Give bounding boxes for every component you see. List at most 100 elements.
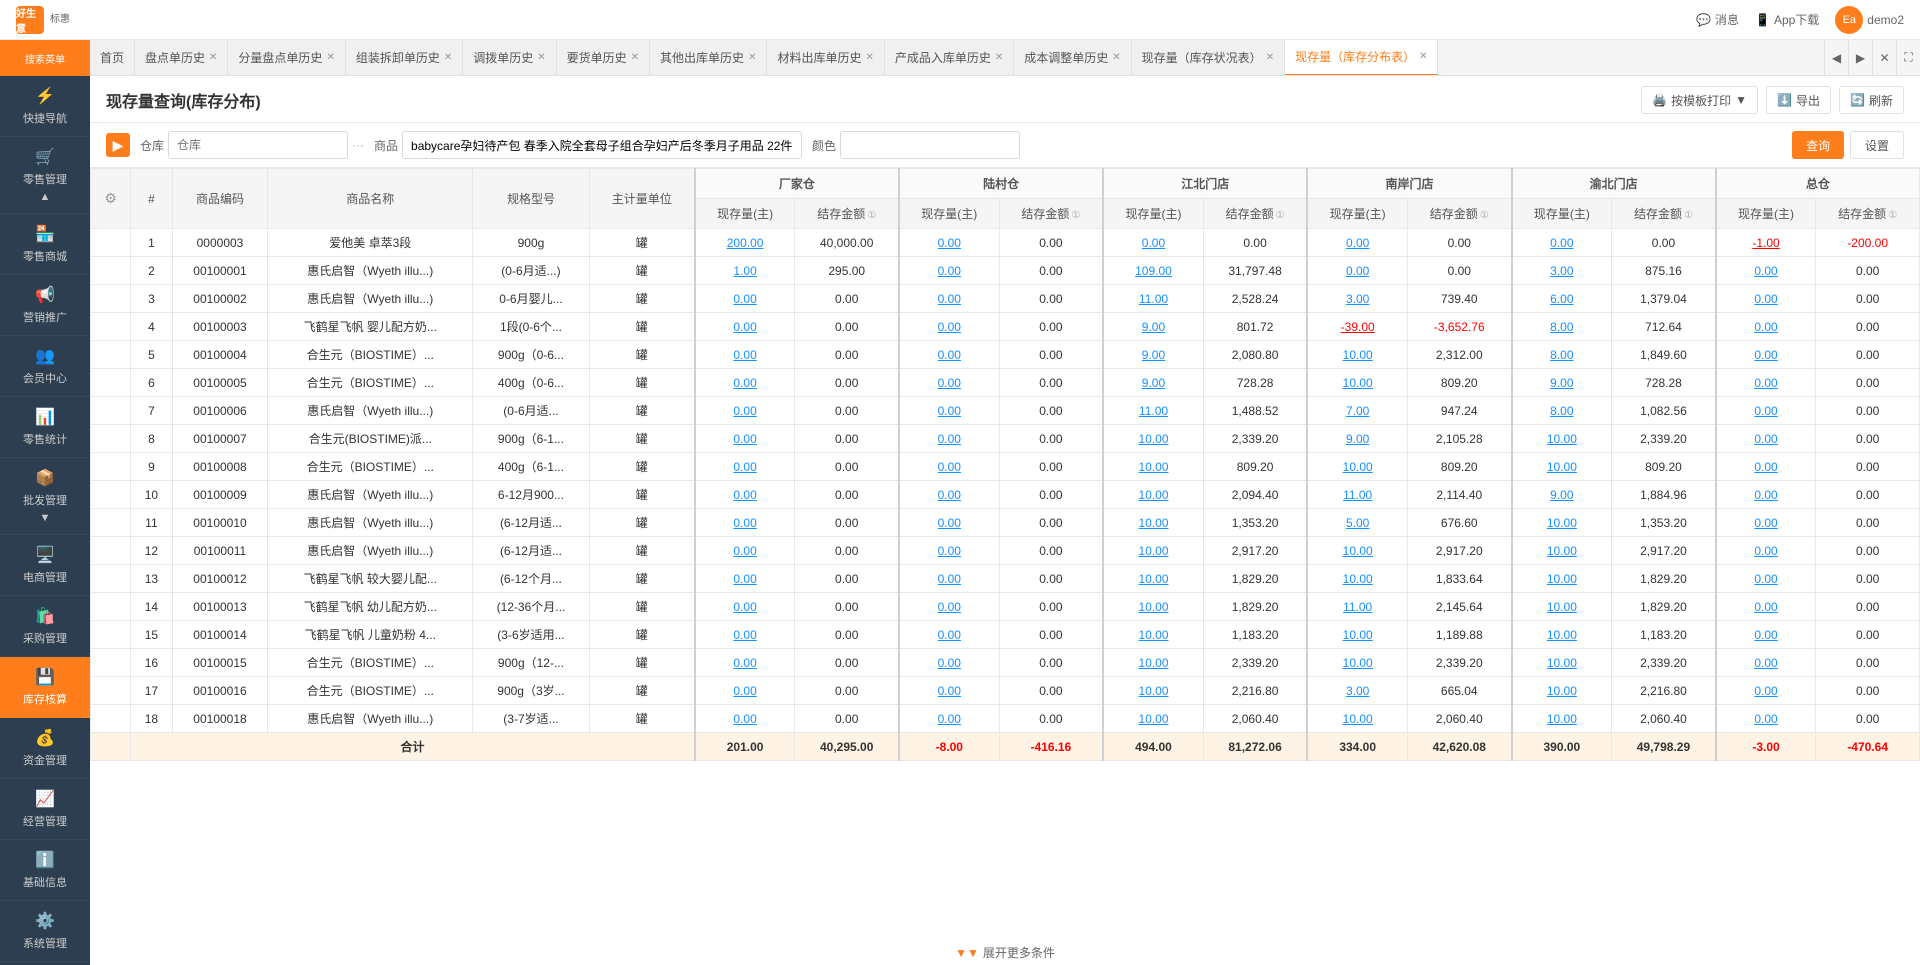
refresh-btn[interactable]: 🔄 刷新 [1839, 86, 1904, 114]
tab-home[interactable]: 首页 [90, 40, 135, 76]
table-area[interactable]: ⚙ # 商品编码 商品名称 规格型号 主计量单位 厂家仓 陆村仓 江北门店 南岸… [90, 168, 1920, 965]
page-actions: 🖨️ 按模板打印 ▼ ⬇️ 导出 🔄 刷新 [1641, 86, 1904, 114]
th-zongcang: 总仓 [1716, 169, 1920, 199]
tab-otherout[interactable]: 其他出库单历史 ✕ [650, 40, 767, 76]
tab-close-materialout[interactable]: ✕ [865, 52, 873, 63]
tab-bar: 首页 盘点单历史 ✕ 分量盘点单历史 ✕ 组装拆卸单历史 ✕ 调拨单历史 ✕ 要… [90, 40, 1920, 76]
tab-close-otherout[interactable]: ✕ [748, 52, 756, 63]
filter-row: ▶ 仓库 ··· 商品 颜色 查询 设置 ▼▼ 展开更多条件 [90, 123, 1920, 168]
more-conditions-btn[interactable]: ▼▼ 展开更多条件 [955, 944, 1055, 961]
app-download-btn[interactable]: 📱 App下载 [1755, 11, 1819, 28]
tab-requisition[interactable]: 要货单历史 ✕ [557, 40, 650, 76]
sidebar-item-retail[interactable]: 🛒 零售管理 ▲ [0, 137, 90, 214]
summary-label: 合计 [131, 733, 695, 761]
filter-expand-btn[interactable]: ▶ [106, 133, 130, 157]
tab-close-stockstatus[interactable]: ✕ [1266, 52, 1274, 63]
sidebar-item-marketing[interactable]: 📢 营销推广 [0, 275, 90, 336]
tab-close-all-btn[interactable]: ✕ [1872, 40, 1896, 76]
message-icon: 💬 [1696, 13, 1711, 27]
tab-stockstatus[interactable]: 现存量（库存状况表） ✕ [1132, 40, 1285, 76]
tab-close-transfer[interactable]: ✕ [537, 52, 545, 63]
tab-close-costadjust[interactable]: ✕ [1112, 52, 1120, 63]
tab-close-stockdist[interactable]: ✕ [1419, 51, 1427, 62]
sidebar-item-retailstat[interactable]: 📊 零售统计 [0, 397, 90, 458]
sidebar: 搜索英单 ⚡ 快捷导航 🛒 零售管理 ▲ 🏪 零售商城 📢 营销推广 👥 会员中… [0, 40, 90, 965]
tab-close-production[interactable]: ✕ [995, 52, 1003, 63]
sidebar-item-retailmall[interactable]: 🏪 零售商城 [0, 214, 90, 275]
page-title: 现存量查询(库存分布) [106, 88, 261, 112]
query-btn[interactable]: 查询 [1792, 131, 1844, 159]
table-row: 900100008合生元（BIOSTIME）...400g（6-1...罐0.0… [91, 453, 1920, 481]
th-settings[interactable]: ⚙ [91, 169, 131, 229]
sidebar-item-inventory[interactable]: 💾 库存核算 [0, 657, 90, 718]
sidebar-item-system[interactable]: ⚙️ 系统管理 [0, 901, 90, 962]
marketing-icon: 📢 [35, 285, 55, 305]
tab-transfer[interactable]: 调拨单历史 ✕ [463, 40, 556, 76]
retail-icon: 🛒 [35, 147, 55, 167]
tab-stockcheck[interactable]: 盘点单历史 ✕ [135, 40, 228, 76]
logo-icon: 好生意 [16, 6, 44, 34]
sidebar-item-wholesale[interactable]: 📦 批发管理 ▼ [0, 458, 90, 535]
table-row: 1700100016合生元（BIOSTIME）...900g（3岁...罐0.0… [91, 677, 1920, 705]
th-yubei: 渝北门店 [1512, 169, 1716, 199]
retailstat-icon: 📊 [35, 407, 55, 427]
main-content: 现存量查询(库存分布) 🖨️ 按模板打印 ▼ ⬇️ 导出 🔄 刷新 ▶ [90, 76, 1920, 965]
warehouse-dots: ··· [352, 138, 364, 152]
tab-close-partstock[interactable]: ✕ [326, 52, 334, 63]
table-row: 400100003飞鹤星飞帆 婴儿配方奶...1段(0-6个...罐0.000.… [91, 313, 1920, 341]
table-row: 1500100014飞鹤星飞帆 儿童奶粉 4...(3-6岁适用...罐0.00… [91, 621, 1920, 649]
tab-close-stockcheck[interactable]: ✕ [209, 52, 217, 63]
table-row: 600100005合生元（BIOSTIME）...400g（0-6...罐0.0… [91, 369, 1920, 397]
th-productname: 商品名称 [268, 169, 473, 229]
members-icon: 👥 [35, 346, 55, 366]
top-bar: 好生意 标惠 💬 消息 📱 App下载 Ea demo2 [0, 0, 1920, 40]
tab-partstock[interactable]: 分量盘点单历史 ✕ [228, 40, 345, 76]
tab-production[interactable]: 产成品入库单历史 ✕ [885, 40, 1014, 76]
sidebar-item-purchase[interactable]: 🛍️ 采购管理 [0, 596, 90, 657]
table-row: 1800100018惠氏启智（Wyeth illu...)(3-7岁适...罐0… [91, 705, 1920, 733]
sidebar-item-operations[interactable]: 📈 经营管理 [0, 779, 90, 840]
tab-close-requisition[interactable]: ✕ [631, 52, 639, 63]
settings-btn[interactable]: 设置 [1850, 131, 1904, 159]
sidebar-search[interactable]: 搜索英单 [0, 40, 90, 76]
tab-fullscreen-btn[interactable]: ⛶ [1896, 40, 1920, 76]
th-lucun: 陆村仓 [899, 169, 1103, 199]
th-lucun-qty: 现存量(主) [899, 199, 999, 229]
th-changfacun-amt: 结存金额① [795, 199, 899, 229]
user-menu[interactable]: Ea demo2 [1835, 6, 1904, 34]
product-input[interactable] [402, 131, 802, 159]
table-row: 1300100012飞鹤星飞帆 较大婴儿配...(6-12个月...罐0.000… [91, 565, 1920, 593]
sidebar-item-quicknav[interactable]: ⚡ 快捷导航 [0, 76, 90, 137]
sidebar-item-members[interactable]: 👥 会员中心 [0, 336, 90, 397]
export-btn[interactable]: ⬇️ 导出 [1766, 86, 1831, 114]
arrow-down-icon: ▼ [40, 512, 51, 524]
th-nanan: 南岸门店 [1307, 169, 1511, 199]
table-row: 1600100015合生元（BIOSTIME）...900g（12-...罐0.… [91, 649, 1920, 677]
inventory-table: ⚙ # 商品编码 商品名称 规格型号 主计量单位 厂家仓 陆村仓 江北门店 南岸… [90, 168, 1920, 761]
product-filter: 商品 [374, 131, 802, 159]
message-btn[interactable]: 💬 消息 [1696, 11, 1739, 28]
tab-close-assembly[interactable]: ✕ [444, 52, 452, 63]
table-row: 800100007合生元(BIOSTIME)派...900g（6-1...罐0.… [91, 425, 1920, 453]
warehouse-input[interactable] [168, 131, 348, 159]
tab-prev-btn[interactable]: ◀ [1824, 40, 1848, 76]
basicinfo-icon: ℹ️ [35, 850, 55, 870]
purchase-icon: 🛍️ [35, 606, 55, 626]
system-icon: ⚙️ [35, 911, 55, 931]
sidebar-item-basicinfo[interactable]: ℹ️ 基础信息 [0, 840, 90, 901]
tab-costadjust[interactable]: 成本调整单历史 ✕ [1014, 40, 1131, 76]
tab-next-btn[interactable]: ▶ [1848, 40, 1872, 76]
tab-stockdist[interactable]: 现存量（库存分布表） ✕ [1285, 40, 1438, 76]
th-jiangbei: 江北门店 [1103, 169, 1307, 199]
avatar: Ea [1835, 6, 1863, 34]
sidebar-item-finance[interactable]: 💰 资金管理 [0, 718, 90, 779]
retailmall-icon: 🏪 [35, 224, 55, 244]
tab-materialout[interactable]: 材料出库单历史 ✕ [767, 40, 884, 76]
color-input[interactable] [840, 131, 1020, 159]
sidebar-item-ecommerce[interactable]: 🖥️ 电商管理 [0, 535, 90, 596]
print-btn[interactable]: 🖨️ 按模板打印 ▼ [1641, 86, 1758, 114]
operations-icon: 📈 [35, 789, 55, 809]
tab-assembly[interactable]: 组装拆卸单历史 ✕ [346, 40, 463, 76]
th-jiangbei-qty: 现存量(主) [1103, 199, 1203, 229]
arrow-up-icon: ▲ [40, 191, 51, 203]
